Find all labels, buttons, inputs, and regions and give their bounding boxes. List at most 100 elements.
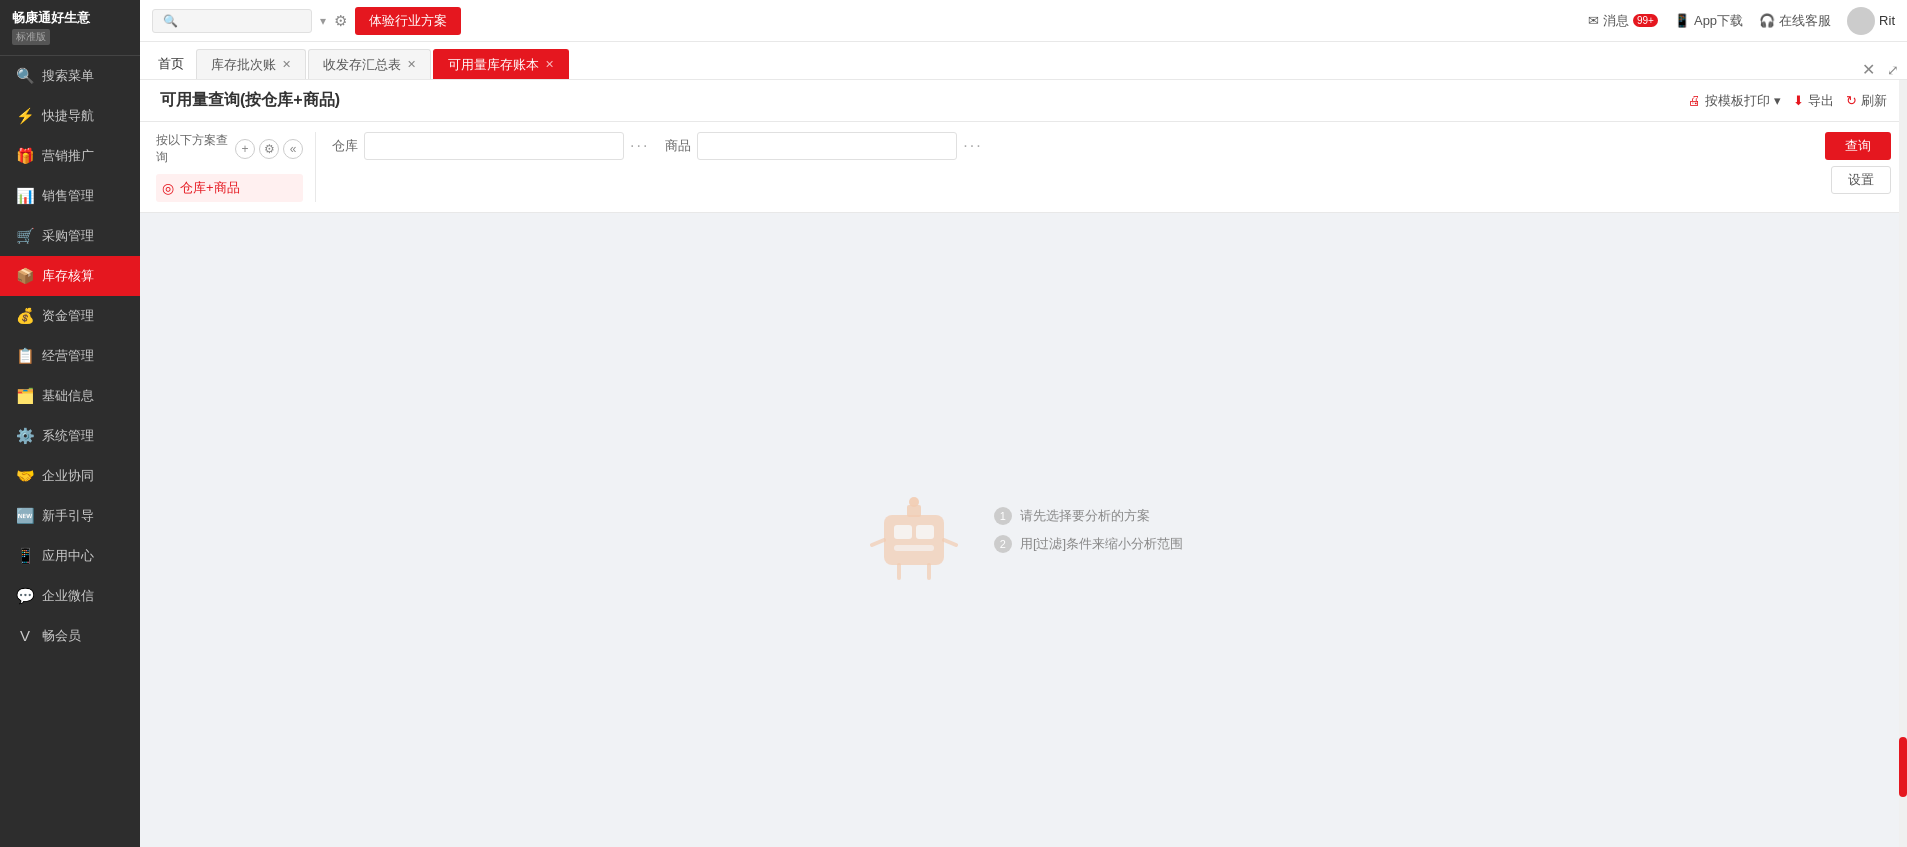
sidebar-item-sales[interactable]: 📊销售管理 <box>0 176 140 216</box>
online-service-label: 在线客服 <box>1779 12 1831 30</box>
page-content: 可用量查询(按仓库+商品) 🖨 按模板打印 ▾ ⬇ 导出 ↻ 刷新 <box>140 80 1907 847</box>
sidebar-scroll: 🔍 搜索菜单 ⚡ 快捷导航 🎁营销推广📊销售管理 🛒 采购管理 📦库存核算💰资金管理📋经营管理… <box>0 56 140 847</box>
empty-tips: 1 请先选择要分析的方案 2 用[过滤]条件来缩小分析范围 <box>994 507 1183 553</box>
export-button[interactable]: ⬇ 导出 <box>1793 92 1834 110</box>
scheme-panel-header: 按以下方案查询 + ⚙ « <box>156 132 303 166</box>
app-download-icon: 📱 <box>1674 13 1690 28</box>
purchase-icon: 🛒 <box>16 227 34 245</box>
settings-scheme-button[interactable]: ⚙ <box>259 139 279 159</box>
tab-home[interactable]: 首页 <box>148 49 194 79</box>
sidebar-item-inventory[interactable]: 📦库存核算 <box>0 256 140 296</box>
sidebar-item-guide[interactable]: 🆕新手引导 <box>0 496 140 536</box>
query-button[interactable]: 查询 <box>1825 132 1891 160</box>
sidebar-item-finance[interactable]: 💰资金管理 <box>0 296 140 336</box>
shortcut-icon: ⚡ <box>16 107 34 125</box>
sidebar-item-label: 快捷导航 <box>42 107 94 125</box>
sidebar-item-search[interactable]: 🔍 搜索菜单 <box>0 56 140 96</box>
sidebar-item-cooperation[interactable]: 🤝企业协同 <box>0 456 140 496</box>
online-service-icon: 🎧 <box>1759 13 1775 28</box>
query-area: 按以下方案查询 + ⚙ « ◎ 仓库+商品 仓库 <box>140 122 1907 213</box>
operation-icon: 📋 <box>16 347 34 365</box>
message-badge: 99+ <box>1633 14 1658 27</box>
appstore-icon: 📱 <box>16 547 34 565</box>
app-download-label: App下载 <box>1694 12 1743 30</box>
sidebar-item-marketing[interactable]: 🎁营销推广 <box>0 136 140 176</box>
topbar-search[interactable]: 🔍 <box>152 9 312 33</box>
sidebar-item-operation[interactable]: 📋经营管理 <box>0 336 140 376</box>
tabs-actions: ✕ ⤢ <box>1858 60 1899 79</box>
topbar-right: ✉ 消息 99+ 📱 App下载 🎧 在线客服 Rit <box>1588 7 1895 35</box>
collapse-scheme-button[interactable]: « <box>283 139 303 159</box>
search-icon: 🔍 <box>16 67 34 85</box>
tab-available-ledger[interactable]: 可用量库存账本✕ <box>433 49 569 79</box>
sidebar: 畅康通好生意 标准版 🔍 搜索菜单 ⚡ 快捷导航 🎁营销推广📊销售管理 🛒 采购管理 📦库存核… <box>0 0 140 847</box>
goods-more-icon[interactable]: ··· <box>963 137 982 155</box>
page-header: 可用量查询(按仓库+商品) 🖨 按模板打印 ▾ ⬇ 导出 ↻ 刷新 <box>140 80 1907 122</box>
tab-receive-summary[interactable]: 收发存汇总表 ✕ <box>308 49 431 79</box>
scrollbar-thumb[interactable] <box>1899 737 1907 797</box>
tab-label: 收发存汇总表 <box>323 56 401 74</box>
refresh-button[interactable]: ↻ 刷新 <box>1846 92 1887 110</box>
refresh-label: 刷新 <box>1861 92 1887 110</box>
goods-label: 商品 <box>665 137 691 155</box>
online-service-button[interactable]: 🎧 在线客服 <box>1759 12 1831 30</box>
settings-button[interactable]: 设置 <box>1831 166 1891 194</box>
sidebar-item-shortcut[interactable]: ⚡ 快捷导航 <box>0 96 140 136</box>
scheme-panel: 按以下方案查询 + ⚙ « ◎ 仓库+商品 <box>156 132 316 202</box>
sidebar-item-label: 采购管理 <box>42 227 94 245</box>
sidebar-item-member[interactable]: V畅会员 <box>0 616 140 656</box>
export-label: 导出 <box>1808 92 1834 110</box>
filter-area: 仓库 ··· 商品 ··· <box>332 132 1809 160</box>
avatar <box>1847 7 1875 35</box>
tab-close-icon[interactable]: ✕ <box>545 58 554 71</box>
right-scrollbar <box>1899 80 1907 847</box>
refresh-icon: ↻ <box>1846 93 1857 108</box>
message-label: 消息 <box>1603 12 1629 30</box>
topbar-chevron-icon[interactable]: ▾ <box>320 14 326 28</box>
sidebar-item-purchase[interactable]: 🛒 采购管理 <box>0 216 140 256</box>
tip-text-1: 请先选择要分析的方案 <box>1020 507 1150 525</box>
sidebar-item-label: 销售管理 <box>42 187 94 205</box>
svg-rect-3 <box>894 545 934 551</box>
expand-tab-button[interactable]: ⤢ <box>1887 62 1899 78</box>
app-download-button[interactable]: 📱 App下载 <box>1674 12 1743 30</box>
sidebar-item-label: 营销推广 <box>42 147 94 165</box>
message-icon: ✉ <box>1588 13 1599 28</box>
company-name: 畅康通好生意 <box>12 10 128 27</box>
warehouse-input[interactable] <box>364 132 624 160</box>
goods-filter-group: 商品 ··· <box>665 132 982 160</box>
inventory-icon: 📦 <box>16 267 34 285</box>
sidebar-item-basic[interactable]: 🗂️基础信息 <box>0 376 140 416</box>
topbar-gear-icon[interactable]: ⚙ <box>334 12 347 30</box>
tabs-bar: 首页库存批次账✕收发存汇总表✕可用量库存账本✕ ✕ ⤢ <box>140 42 1907 80</box>
basic-icon: 🗂️ <box>16 387 34 405</box>
empty-state: 1 请先选择要分析的方案 2 用[过滤]条件来缩小分析范围 <box>140 213 1907 847</box>
sidebar-item-appstore[interactable]: 📱应用中心 <box>0 536 140 576</box>
scheme-item-warehouse-goods[interactable]: ◎ 仓库+商品 <box>156 174 303 202</box>
scheme-panel-title: 按以下方案查询 <box>156 132 235 166</box>
sidebar-item-label: 搜索菜单 <box>42 67 94 85</box>
print-button[interactable]: 🖨 按模板打印 ▾ <box>1688 92 1781 110</box>
sidebar-item-label: 畅会员 <box>42 627 81 645</box>
goods-input[interactable] <box>697 132 957 160</box>
tab-batch-ledger[interactable]: 库存批次账 ✕ <box>196 49 306 79</box>
warehouse-more-icon[interactable]: ··· <box>630 137 649 155</box>
tab-close-icon[interactable]: ✕ <box>282 58 291 71</box>
tab-close-icon[interactable]: ✕ <box>407 58 416 71</box>
add-scheme-button[interactable]: + <box>235 139 255 159</box>
sidebar-item-system[interactable]: ⚙️系统管理 <box>0 416 140 456</box>
print-icon: 🖨 <box>1688 93 1701 108</box>
close-tab-button[interactable]: ✕ <box>1858 60 1879 79</box>
sidebar-item-label: 新手引导 <box>42 507 94 525</box>
trial-button[interactable]: 体验行业方案 <box>355 7 461 35</box>
version-badge: 标准版 <box>12 29 50 45</box>
message-button[interactable]: ✉ 消息 99+ <box>1588 12 1658 30</box>
topbar: 🔍 ▾ ⚙ 体验行业方案 ✉ 消息 99+ 📱 App下载 🎧 在线客服 Rit <box>140 0 1907 42</box>
cooperation-icon: 🤝 <box>16 467 34 485</box>
scheme-panel-actions: + ⚙ « <box>235 139 303 159</box>
filter-row: 仓库 ··· 商品 ··· <box>332 132 1809 160</box>
user-menu[interactable]: Rit <box>1847 7 1895 35</box>
finance-icon: 💰 <box>16 307 34 325</box>
tab-label: 库存批次账 <box>211 56 276 74</box>
sidebar-item-weixin[interactable]: 💬企业微信 <box>0 576 140 616</box>
